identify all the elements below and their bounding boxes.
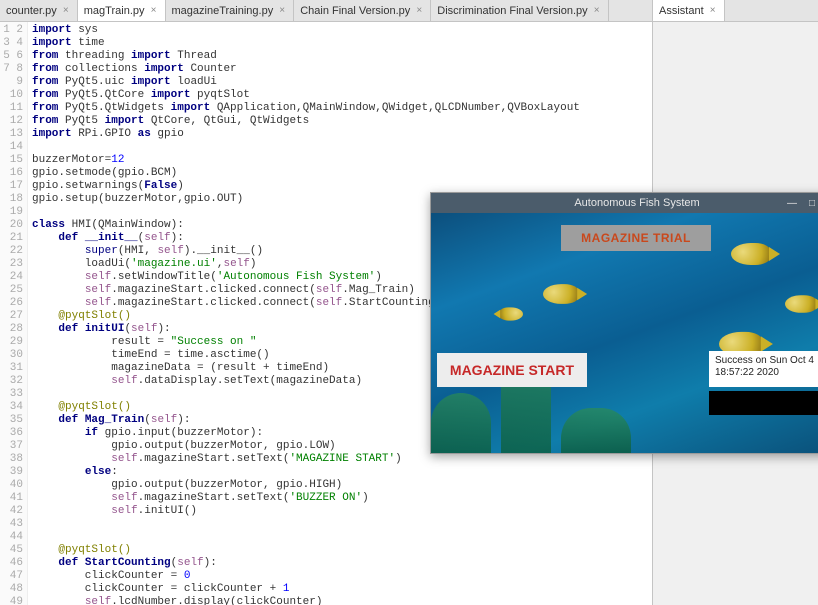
magazine-trial-banner: MAGAZINE TRIAL	[561, 225, 711, 251]
line-number-gutter: 1 2 3 4 5 6 7 8 9 10 11 12 13 14 15 16 1…	[0, 22, 28, 605]
status-line: 18:57:22 2020	[715, 367, 818, 379]
fish-decoration	[731, 243, 771, 265]
assistant-tabbar: Assistant ×	[653, 0, 818, 22]
tab-label: magazineTraining.py	[172, 5, 274, 17]
tab-label: Discrimination Final Version.py	[437, 5, 587, 17]
status-display: Success on Sun Oct 4 18:57:22 2020	[709, 351, 818, 387]
close-icon[interactable]: ×	[61, 6, 71, 16]
app-window-body: MAGAZINE TRIAL MAGAZINE START Success on…	[431, 213, 818, 453]
editor-tabbar: counter.py×magTrain.py×magazineTraining.…	[0, 0, 652, 22]
close-icon[interactable]: ×	[277, 6, 287, 16]
tab-counter-py[interactable]: counter.py ×	[0, 0, 78, 21]
maximize-button[interactable]: □	[803, 196, 818, 210]
close-icon[interactable]: ×	[149, 6, 159, 16]
tab-label: Chain Final Version.py	[300, 5, 410, 17]
fish-decoration	[499, 307, 523, 320]
tab-label: counter.py	[6, 5, 57, 17]
tab-label: magTrain.py	[84, 5, 145, 17]
window-controls: — □ ×	[783, 193, 818, 213]
fish-decoration	[785, 295, 817, 313]
fish-decoration	[543, 284, 579, 304]
close-icon[interactable]: ×	[708, 6, 718, 16]
close-icon[interactable]: ×	[592, 6, 602, 16]
coral-decoration	[561, 408, 631, 453]
tab-label: Assistant	[659, 5, 704, 17]
tab-chain-final-version-py[interactable]: Chain Final Version.py ×	[294, 0, 431, 21]
app-window-title: Autonomous Fish System	[574, 197, 699, 209]
minimize-button[interactable]: —	[783, 196, 801, 210]
tab-magtrain-py[interactable]: magTrain.py ×	[78, 0, 166, 21]
app-window-titlebar[interactable]: Autonomous Fish System — □ ×	[431, 193, 818, 213]
tab-assistant[interactable]: Assistant ×	[653, 0, 725, 21]
close-icon[interactable]: ×	[414, 6, 424, 16]
app-window[interactable]: Autonomous Fish System — □ × MAGAZINE TR…	[430, 192, 818, 454]
tab-discrimination-final-version-py[interactable]: Discrimination Final Version.py ×	[431, 0, 608, 21]
tab-magazinetraining-py[interactable]: magazineTraining.py×	[166, 0, 295, 21]
status-line: Success on Sun Oct 4	[715, 355, 818, 367]
magazine-start-button[interactable]: MAGAZINE START	[437, 353, 587, 387]
lcd-display	[709, 391, 818, 415]
coral-decoration	[431, 393, 491, 453]
